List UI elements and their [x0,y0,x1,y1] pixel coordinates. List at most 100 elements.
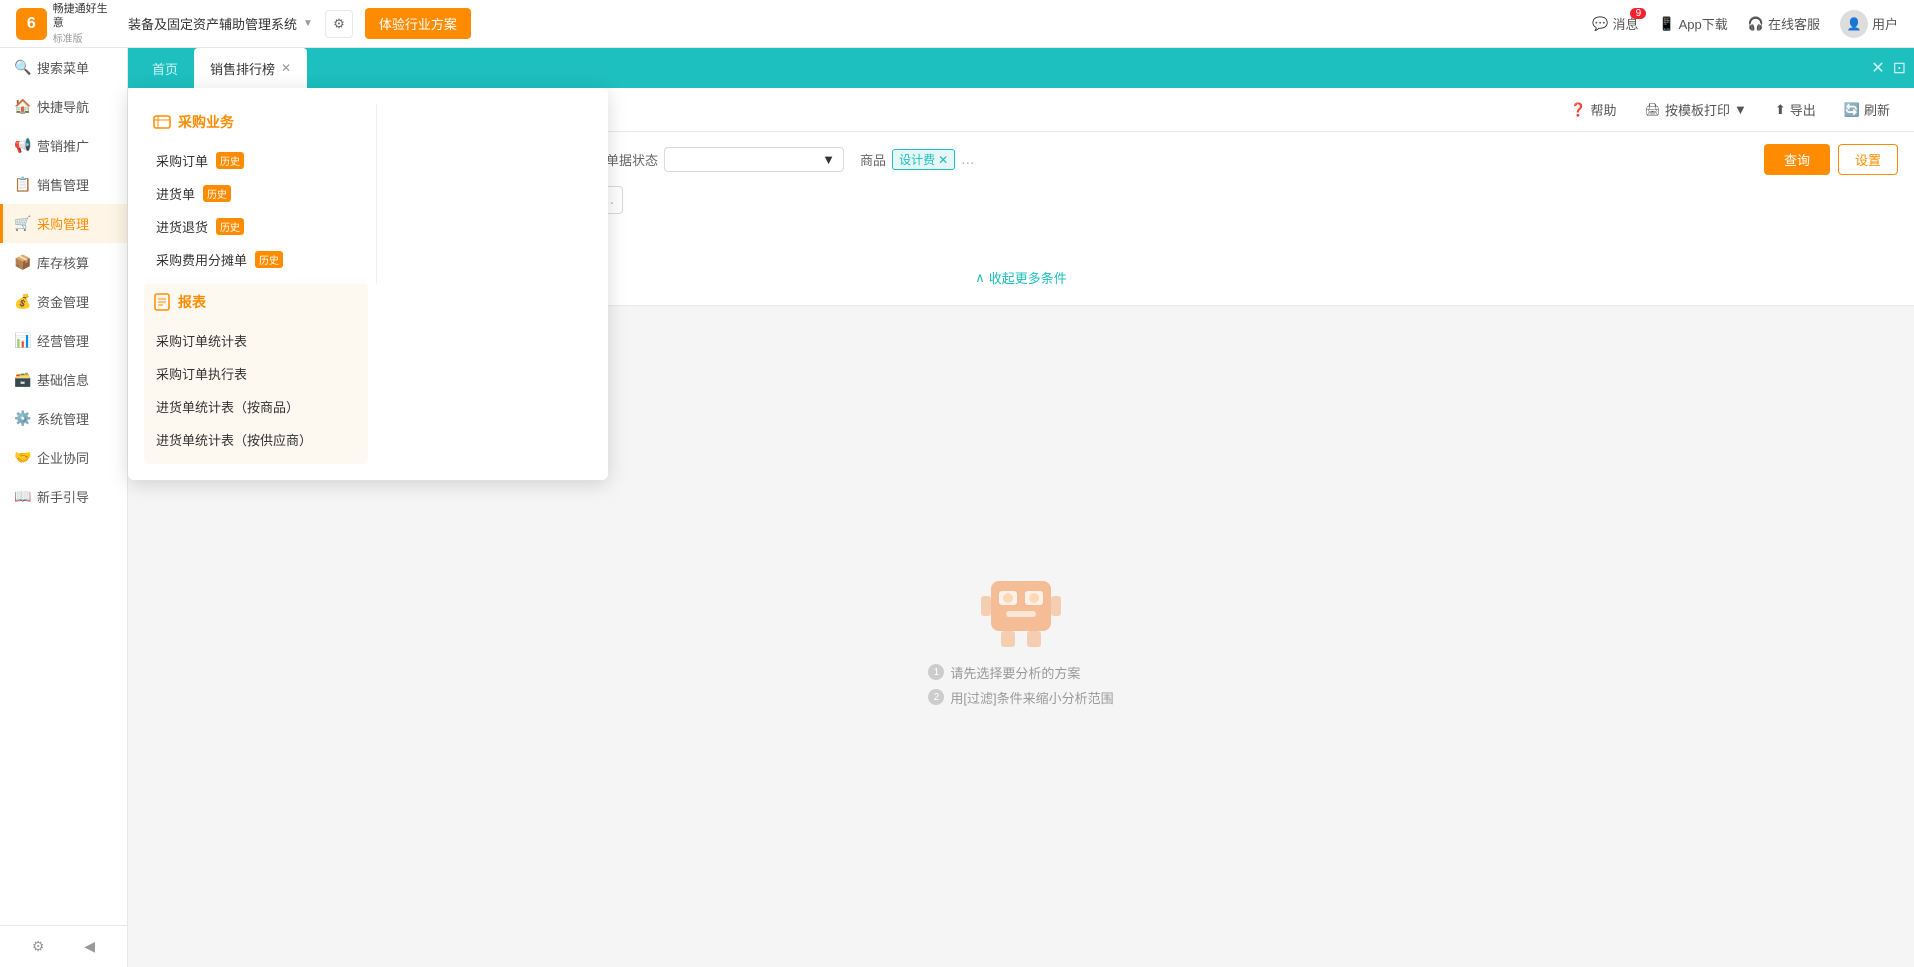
sales-icon: 📋 [15,177,31,193]
basic-icon: 🗃️ [15,372,31,388]
search-icon: 🔍 [15,60,31,76]
user-btn[interactable]: 👤 用户 [1840,10,1898,38]
purchase-section-icon [152,112,172,132]
purchase-dropdown-menu: 采购业务 采购订单 历史 进货单 历史 进货退货 历史 采购费用分摊单 历史 [128,88,608,480]
goods-dots[interactable]: ... [961,151,974,169]
purchase-section-title: 采购业务 [152,112,360,132]
empty-illustration [971,561,1071,651]
menu-item-inbound[interactable]: 进货单 历史 [152,177,360,210]
tip-1-icon: 1 [928,664,944,680]
history-badge-1: 历史 [203,185,231,202]
bell-icon: 💬 [1592,16,1608,32]
print-dropdown-icon[interactable]: ▼ [1734,102,1747,117]
cooperation-icon: 🤝 [15,450,31,466]
tip-2-icon: 2 [928,689,944,705]
history-badge-2: 历史 [216,218,244,235]
chart-icon: 📊 [15,333,31,349]
finance-icon: 💰 [15,294,31,310]
app-download-btn[interactable]: 📱 App下载 [1658,14,1727,33]
menu-item-purchase-order-exec[interactable]: 采购订单执行表 [152,357,360,390]
sidebar-item-operations[interactable]: 📊 经营管理 [0,321,127,360]
empty-tips: 1 请先选择要分析的方案 2 用[过滤]条件来缩小分析范围 [928,663,1113,713]
avatar: 👤 [1840,10,1868,38]
settings-button[interactable]: ⚙ [325,10,353,38]
dropdown-arrow-icon[interactable]: ▼ [303,18,313,29]
menu-item-purchase-order-stats[interactable]: 采购订单统计表 [152,324,360,357]
report-section: 报表 采购订单统计表 采购订单执行表 进货单统计表（按商品） 进货单统计表（按供… [144,284,368,464]
sidebar-item-inventory[interactable]: 📦 库存核算 [0,243,127,282]
goods-tag-close[interactable]: ✕ [938,153,948,167]
status-label: 单据状态 [606,150,658,169]
menu-item-inbound-return[interactable]: 进货退货 历史 [152,210,360,243]
tab-bar: 首页 销售排行榜 ✕ ✕ ⊡ [128,48,1914,88]
menu-item-purchase-order[interactable]: 采购订单 历史 [152,144,360,177]
top-bar: 6 畅捷通好生意 标准版 装备及固定资产辅助管理系统 ▼ ⚙ 体验行业方案 💬 … [0,0,1914,48]
purchase-business-section: 采购业务 采购订单 历史 进货单 历史 进货退货 历史 采购费用分摊单 历史 [144,104,368,284]
history-badge-3: 历史 [255,251,283,268]
query-button[interactable]: 查询 [1764,144,1830,175]
set-button[interactable]: 设置 [1838,144,1898,175]
report-section-icon [152,292,172,312]
chevron-down-icon: ▼ [822,152,835,167]
sidebar-item-cooperation[interactable]: 🤝 企业协同 [0,438,127,477]
menu-divider [376,104,377,284]
window-close-icon[interactable]: ✕ [1871,58,1884,78]
guide-icon: 📖 [15,489,31,505]
sidebar-item-purchase[interactable]: 🛒 采购管理 [0,204,127,243]
sidebar-bottom: ⚙ ◀ [0,925,127,967]
logo-area: 6 畅捷通好生意 标准版 [16,2,116,46]
sidebar-item-finance[interactable]: 💰 资金管理 [0,282,127,321]
print-template-btn[interactable]: 🖨 按模板打印 ▼ [1636,96,1754,123]
goods-label: 商品 [860,150,886,169]
industry-btn[interactable]: 体验行业方案 [365,8,471,39]
refresh-btn[interactable]: 🔄 刷新 [1836,96,1898,123]
sidebar: 🔍 搜索菜单 🏠 快捷导航 📢 营销推广 📋 销售管理 🛒 采购管理 📦 [0,48,128,967]
inventory-icon: 📦 [15,255,31,271]
sidebar-item-sales[interactable]: 📋 销售管理 [0,165,127,204]
collapse-arrow-icon: ∧ [975,270,985,286]
window-controls: ✕ ⊡ [1871,58,1906,78]
sidebar-item-search[interactable]: 🔍 搜索菜单 [0,48,127,87]
report-section-title: 报表 [152,292,360,312]
print-icon: 🖨 [1644,102,1661,118]
top-right-area: 💬 消息 9 📱 App下载 🎧 在线客服 👤 用户 [1592,10,1898,38]
phone-icon: 📱 [1658,16,1674,32]
logo-icon: 6 [16,8,47,40]
sidebar-settings-btn[interactable]: ⚙ [32,938,45,955]
status-select[interactable]: ▼ [664,147,844,172]
refresh-icon: 🔄 [1844,102,1860,118]
sidebar-item-basic[interactable]: 🗃️ 基础信息 [0,360,127,399]
history-badge-0: 历史 [216,152,244,169]
sidebar-item-marketing[interactable]: 📢 营销推广 [0,126,127,165]
export-icon: ⬆ [1775,102,1786,118]
sidebar-item-quick-nav[interactable]: 🏠 快捷导航 [0,87,127,126]
logo-subtitle: 标准版 [53,30,116,45]
tab-sales-rank[interactable]: 销售排行榜 ✕ [194,48,307,88]
logo-text: 畅捷通好生意 [53,2,116,31]
goods-filter: 商品 设计费 ✕ ... [860,149,974,170]
sidebar-item-guide[interactable]: 📖 新手引导 [0,477,127,516]
purchase-icon: 🛒 [15,216,31,232]
help-btn[interactable]: ❓ 帮助 [1562,96,1624,123]
status-filter: 单据状态 ▼ [606,147,844,172]
sidebar-collapse-btn[interactable]: ◀ [84,938,95,955]
help-icon: ❓ [1570,102,1586,118]
headset-icon: 🎧 [1748,16,1764,32]
system-title-text: 装备及固定资产辅助管理系统 [128,14,297,33]
sidebar-item-system[interactable]: ⚙️ 系统管理 [0,399,127,438]
menu-item-inbound-stats-supplier[interactable]: 进货单统计表（按供应商） [152,423,360,456]
home-icon: 🏠 [15,99,31,115]
tab-home[interactable]: 首页 [136,48,194,88]
menu-item-purchase-expense[interactable]: 采购费用分摊单 历史 [152,243,360,276]
menu-item-inbound-stats-goods[interactable]: 进货单统计表（按商品） [152,390,360,423]
notifications-btn[interactable]: 💬 消息 9 [1592,14,1638,33]
export-btn[interactable]: ⬆ 导出 [1767,96,1824,123]
goods-tag: 设计费 ✕ [892,149,955,170]
tab-close-icon[interactable]: ✕ [281,61,291,75]
system-icon: ⚙️ [15,411,31,427]
megaphone-icon: 📢 [15,138,31,154]
notifications-badge: 9 [1630,8,1646,19]
window-maximize-icon[interactable]: ⊡ [1893,58,1906,78]
system-title[interactable]: 装备及固定资产辅助管理系统 ▼ [128,14,313,33]
online-service-btn[interactable]: 🎧 在线客服 [1748,14,1820,33]
